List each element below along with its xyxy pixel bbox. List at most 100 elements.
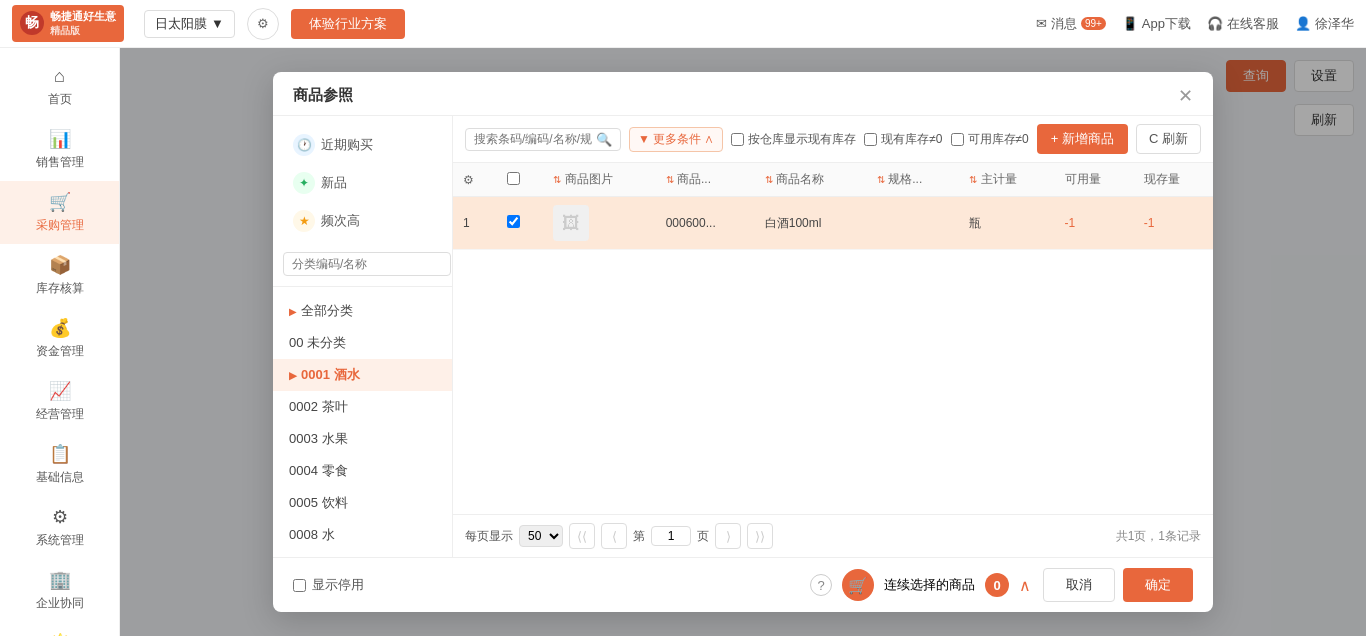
modal-right-panel: 🔍 ▼ 更多条件 ∧ 按仓库显示现有库存 — [453, 116, 1213, 557]
category-0001[interactable]: ▶ 0001 酒水 — [273, 359, 452, 391]
quick-item-new[interactable]: ✦ 新品 — [281, 166, 444, 200]
sidebar-item-enterprise[interactable]: 🏢 企业协同 — [0, 559, 119, 622]
sidebar: ⌂ 首页 📊 销售管理 🛒 采购管理 📦 库存核算 💰 资金管理 📈 经营管理 … — [0, 48, 120, 636]
quick-items: 🕐 近期购买 ✦ 新品 ★ 频次高 — [273, 124, 452, 246]
prev-page-button[interactable]: ⟨ — [601, 523, 627, 549]
table-row[interactable]: 1 🖼 000600... 白酒100ml 瓶 — [453, 197, 1213, 250]
top-nav: 畅 畅捷通好生意 精品版 日太阳膜 ▼ ⚙ 体验行业方案 ✉消息 99+ 📱Ap… — [0, 0, 1366, 48]
last-page-button[interactable]: ⟩⟩ — [747, 523, 773, 549]
checkbox-current-stock[interactable]: 现有库存≠0 — [864, 131, 942, 148]
col-image: ⇅ 商品图片 — [543, 163, 655, 197]
main-layout: ⌂ 首页 📊 销售管理 🛒 采购管理 📦 库存核算 💰 资金管理 📈 经营管理 … — [0, 48, 1366, 636]
category-0005[interactable]: 0005 饮料 — [273, 487, 452, 519]
product-search-input[interactable] — [474, 132, 592, 146]
pagination: 每页显示 50 ⟨⟨ ⟨ 第 页 ⟩ ⟩⟩ 共1页，1条记录 — [453, 514, 1213, 557]
operations-icon: 📈 — [49, 380, 71, 402]
category-list: ▶ 全部分类 00 未分类 ▶ 0001 酒水 0002 茶 — [273, 291, 452, 557]
help-icon[interactable]: ? — [810, 574, 832, 596]
enterprise-icon: 🏢 — [49, 569, 71, 591]
basic-icon: 📋 — [49, 443, 71, 465]
show-disabled-checkbox[interactable]: 显示停用 — [293, 576, 364, 594]
row-image: 🖼 — [543, 197, 655, 250]
page-number-input[interactable] — [651, 526, 691, 546]
sidebar-item-operations[interactable]: 📈 经营管理 — [0, 370, 119, 433]
next-page-button[interactable]: ⟩ — [715, 523, 741, 549]
modal-toolbar: 🔍 ▼ 更多条件 ∧ 按仓库显示现有库存 — [453, 116, 1213, 163]
category-all[interactable]: ▶ 全部分类 — [273, 295, 452, 327]
content-area: 查询 设置 刷新 商品参照 ✕ 🕐 — [120, 48, 1366, 636]
product-thumbnail: 🖼 — [553, 205, 589, 241]
product-reference-modal: 商品参照 ✕ 🕐 近期购买 ✦ 新 — [273, 72, 1213, 612]
col-code[interactable]: ⇅ 商品... — [656, 163, 755, 197]
home-icon: ⌂ — [54, 66, 65, 87]
trial-button[interactable]: 体验行业方案 — [291, 9, 405, 39]
quick-item-recent[interactable]: 🕐 近期购买 — [281, 128, 444, 162]
category-0004[interactable]: 0004 零食 — [273, 455, 452, 487]
logo: 畅 畅捷通好生意 精品版 — [12, 5, 124, 41]
sidebar-item-finance[interactable]: 💰 资金管理 — [0, 307, 119, 370]
modal-overlay: 商品参照 ✕ 🕐 近期购买 ✦ 新 — [120, 48, 1366, 636]
category-search-input[interactable] — [283, 252, 451, 276]
nav-right: ✉消息 99+ 📱App下载 🎧在线客服 👤徐泽华 — [1036, 15, 1354, 33]
logo-subtitle: 精品版 — [50, 24, 116, 38]
sidebar-item-inventory[interactable]: 📦 库存核算 — [0, 244, 119, 307]
app-download-nav[interactable]: 📱App下载 — [1122, 15, 1191, 33]
row-unit: 瓶 — [959, 197, 1054, 250]
col-settings[interactable]: ⚙ — [453, 163, 497, 197]
row-available: -1 — [1055, 197, 1134, 250]
toolbar-right: + 新增商品 C 刷新 — [1037, 124, 1201, 154]
checkbox-available-stock[interactable]: 可用库存≠0 — [951, 131, 1029, 148]
row-name: 白酒100ml — [755, 197, 867, 250]
user-profile-nav[interactable]: 👤徐泽华 — [1295, 15, 1354, 33]
messages-nav[interactable]: ✉消息 99+ — [1036, 15, 1106, 33]
freq-icon: ★ — [293, 210, 315, 232]
row-spec — [867, 197, 959, 250]
col-unit[interactable]: ⇅ 主计量 — [959, 163, 1054, 197]
store-selector[interactable]: 日太阳膜 ▼ — [144, 10, 235, 38]
recent-icon: 🕐 — [293, 134, 315, 156]
checkbox-warehouse-stock[interactable]: 按仓库显示现有库存 — [731, 131, 856, 148]
confirm-button[interactable]: 确定 — [1123, 568, 1193, 602]
row-code: 000600... — [656, 197, 755, 250]
product-table: ⚙ ⇅ 商品图片 ⇅ 商品... ⇅ 商品名称 ⇅ 规格... ⇅ 主计量 可用… — [453, 163, 1213, 250]
filter-button[interactable]: ▼ 更多条件 ∧ — [629, 127, 723, 152]
col-stock[interactable]: 现存量 — [1134, 163, 1213, 197]
modal-footer: 显示停用 ? 🛒 连续选择的商品 0 ∧ 取消 确定 — [273, 557, 1213, 612]
customer-service-nav[interactable]: 🎧在线客服 — [1207, 15, 1279, 33]
sidebar-item-sales[interactable]: 📊 销售管理 — [0, 118, 119, 181]
category-0002[interactable]: 0002 茶叶 — [273, 391, 452, 423]
refresh-table-button[interactable]: C 刷新 — [1136, 124, 1201, 154]
category-0008[interactable]: 0008 水 — [273, 519, 452, 551]
product-search-icon[interactable]: 🔍 — [596, 132, 612, 147]
add-product-button[interactable]: + 新增商品 — [1037, 124, 1128, 154]
new-item-icon: ✦ — [293, 172, 315, 194]
sales-icon: 📊 — [49, 128, 71, 150]
row-stock: -1 — [1134, 197, 1213, 250]
row-checkbox[interactable] — [497, 197, 544, 250]
sidebar-item-guide[interactable]: 🌟 新手引导 — [0, 622, 119, 636]
guide-icon: 🌟 — [49, 632, 71, 636]
product-search-box: 🔍 — [465, 128, 621, 151]
category-0003[interactable]: 0003 水果 — [273, 423, 452, 455]
col-spec[interactable]: ⇅ 规格... — [867, 163, 959, 197]
category-00[interactable]: 00 未分类 — [273, 327, 452, 359]
col-name[interactable]: ⇅ 商品名称 — [755, 163, 867, 197]
cancel-button[interactable]: 取消 — [1043, 568, 1115, 602]
cart-count-badge: 0 — [985, 573, 1009, 597]
sidebar-item-basic[interactable]: 📋 基础信息 — [0, 433, 119, 496]
first-page-button[interactable]: ⟨⟨ — [569, 523, 595, 549]
modal-close-button[interactable]: ✕ — [1178, 87, 1193, 105]
settings-icon[interactable]: ⚙ — [247, 8, 279, 40]
select-all-checkbox[interactable] — [507, 172, 520, 185]
quick-item-freq[interactable]: ★ 频次高 — [281, 204, 444, 238]
collapse-arrow-icon[interactable]: ∧ — [1019, 576, 1031, 595]
cart-icon[interactable]: 🛒 — [842, 569, 874, 601]
sidebar-item-home[interactable]: ⌂ 首页 — [0, 56, 119, 118]
modal-left-panel: 🕐 近期购买 ✦ 新品 ★ 频次高 — [273, 116, 453, 557]
col-available[interactable]: 可用量 — [1055, 163, 1134, 197]
system-icon: ⚙ — [52, 506, 68, 528]
sidebar-item-purchase[interactable]: 🛒 采购管理 — [0, 181, 119, 244]
page-size-select[interactable]: 50 — [519, 525, 563, 547]
col-checkbox — [497, 163, 544, 197]
sidebar-item-system[interactable]: ⚙ 系统管理 — [0, 496, 119, 559]
